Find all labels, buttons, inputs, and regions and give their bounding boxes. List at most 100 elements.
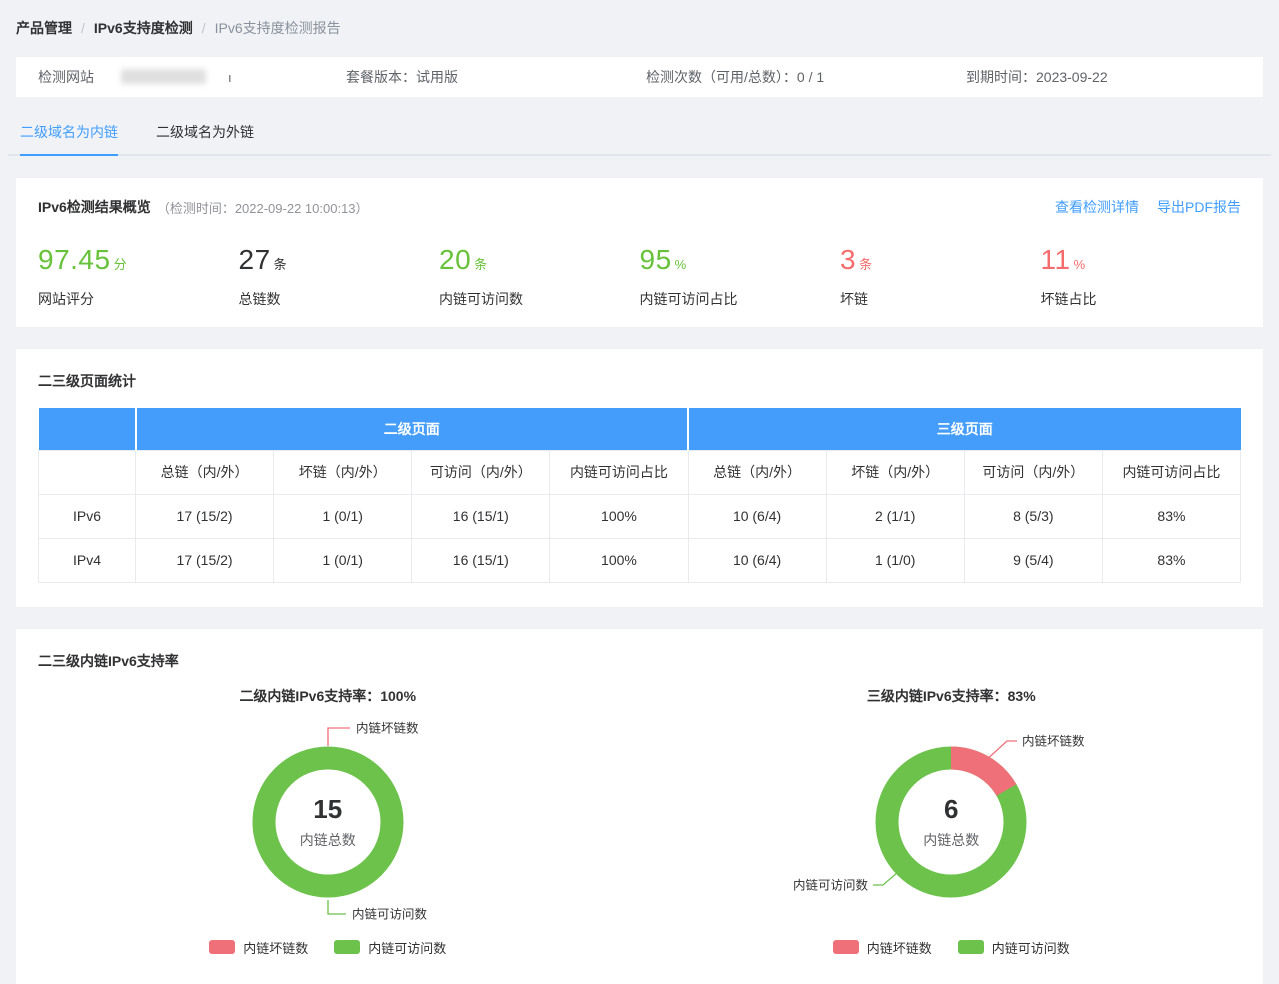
- legend-swatch-accessible: [957, 940, 984, 954]
- legend-swatch-broken: [832, 940, 859, 954]
- page-statistics-card: 二三级页面统计 二级页面 三级页面 总链（内/外） 坏链（内/外） 可访问（内/…: [16, 349, 1263, 607]
- stat-label: 内链可访问数: [439, 291, 523, 307]
- breadcrumb-item-ipv6-detection[interactable]: IPv6支持度检测: [94, 18, 193, 38]
- stat-label: 坏链: [840, 291, 868, 307]
- legend-item-broken[interactable]: 内链坏链数: [209, 938, 308, 957]
- cell: 83%: [1101, 537, 1242, 583]
- cell: 1 (0/1): [273, 537, 413, 583]
- cell: 17 (15/2): [134, 537, 275, 583]
- table-title: 二三级页面统计: [38, 373, 136, 389]
- cell: 9 (5/4): [963, 537, 1103, 583]
- table-row-ipv6: IPv6 17 (15/2) 1 (0/1) 16 (15/1) 100% 10…: [38, 493, 1242, 539]
- stat-unit: %: [1073, 257, 1086, 272]
- tab-subdomain-internal[interactable]: 二级域名为内链: [20, 113, 118, 156]
- detection-count: 检测次数（可用/总数）：0 / 1: [646, 69, 825, 85]
- legend-swatch-accessible: [334, 940, 361, 954]
- legend-label-accessible: 内链可访问数: [368, 940, 447, 956]
- donut-center-level3: 6 内链总数: [923, 794, 979, 850]
- export-pdf-link[interactable]: 导出PDF报告: [1157, 197, 1241, 217]
- row-name: IPv4: [38, 537, 136, 583]
- breadcrumb-separator: /: [81, 20, 85, 36]
- cell: 100%: [549, 493, 689, 539]
- plan-version: 套餐版本：试用版: [346, 69, 458, 85]
- stat-value: 3: [840, 244, 857, 275]
- stat-internal-accessible: 20 条 内链可访问数: [439, 244, 640, 309]
- legend-label-accessible: 内链可访问数: [991, 940, 1070, 956]
- stat-unit: 分: [113, 257, 128, 272]
- stat-value: 11: [1040, 244, 1071, 275]
- col-header-ratio-l2: 内链可访问占比: [549, 449, 689, 495]
- overview-stats: 97.45 分 网站评分 27 条 总链数 20 条 内链可访问数 95% 内链可访问…: [38, 244, 1241, 309]
- row-name-header: [38, 449, 136, 495]
- table-row-ipv4: IPv4 17 (15/2) 1 (0/1) 16 (15/1) 100% 10…: [38, 537, 1242, 583]
- callout-accessible-label: 内链可访问数: [352, 906, 428, 921]
- stat-unit: %: [674, 257, 687, 272]
- breadcrumb-item-product-management[interactable]: 产品管理: [16, 18, 72, 38]
- legend-label-broken: 内链坏链数: [866, 940, 932, 956]
- stat-label: 总链数: [238, 291, 281, 307]
- stat-label: 网站评分: [38, 291, 94, 307]
- stat-unit: 条: [273, 257, 288, 272]
- donut-total-label: 内链总数: [923, 831, 980, 848]
- stat-unit: 条: [474, 257, 488, 272]
- col-header-accessible-l3: 可访问（内/外）: [963, 449, 1103, 495]
- detection-time: （检测时间：2022-09-22 10:00:13）: [156, 200, 369, 216]
- col-header-accessible-l2: 可访问（内/外）: [411, 449, 551, 495]
- stat-internal-accessible-ratio: 95% 内链可访问占比: [640, 244, 841, 309]
- stat-label: 内链可访问占比: [639, 291, 738, 307]
- legend-label-broken: 内链坏链数: [243, 940, 309, 956]
- cell: 100%: [549, 537, 689, 583]
- stat-total-links: 27 条 总链数: [239, 244, 440, 309]
- cell: 10 (6/4): [687, 537, 827, 583]
- stat-value: 27: [238, 244, 271, 275]
- tab-subdomain-external[interactable]: 二级域名为外链: [156, 113, 254, 156]
- chart-level3-title: 三级内链IPv6支持率：83%: [866, 687, 1036, 704]
- callout-broken-label: 内链坏链数: [356, 720, 419, 735]
- callout-accessible-label: 内链可访问数: [793, 877, 869, 892]
- charts-section-title: 二三级内链IPv6支持率: [38, 652, 179, 669]
- stat-value: 20: [439, 244, 472, 275]
- col-header-ratio-l3: 内链可访问占比: [1101, 449, 1242, 495]
- chart-level2-title: 二级内链IPv6支持率：100%: [239, 687, 417, 704]
- page-statistics-table: 二级页面 三级页面 总链（内/外） 坏链（内/外） 可访问（内/外） 内链可访问…: [38, 408, 1242, 583]
- view-details-link[interactable]: 查看检测详情: [1055, 197, 1139, 217]
- breadcrumb: 产品管理 / IPv6支持度检测 / IPv6支持度检测报告: [0, 0, 1279, 51]
- donut-center-level2: 15 内链总数: [300, 794, 356, 850]
- col-header-broken-l2: 坏链（内/外）: [273, 449, 413, 495]
- breadcrumb-item-report: IPv6支持度检测报告: [214, 20, 341, 36]
- overview-card: IPv6检测结果概览 （检测时间：2022-09-22 10:00:13） 查看…: [16, 178, 1263, 327]
- stat-label: 坏链占比: [1040, 291, 1097, 307]
- cell: 2 (1/1): [825, 493, 965, 539]
- legend-level3: 内链坏链数 内链可访问数: [640, 938, 1264, 957]
- donut-total-label: 内链总数: [299, 831, 356, 848]
- cell: 10 (6/4): [687, 493, 827, 539]
- overview-title: IPv6检测结果概览: [38, 199, 151, 215]
- row-name: IPv6: [38, 493, 136, 539]
- corner-header-cell: [38, 408, 137, 450]
- site-value-fragment: ı: [228, 69, 232, 85]
- col-header-broken-l3: 坏链（内/外）: [825, 449, 965, 495]
- legend-item-accessible[interactable]: 内链可访问数: [957, 938, 1070, 957]
- cell: 1 (1/0): [825, 537, 965, 583]
- legend-item-broken[interactable]: 内链坏链数: [832, 938, 932, 957]
- group-header-level2: 二级页面: [135, 408, 689, 450]
- cell: 16 (15/1): [411, 537, 551, 583]
- chart-level3-internal: 三级内链IPv6支持率：83% 内链坏链数 内链可访问数 6 内链总数 内链坏链…: [640, 686, 1264, 957]
- site-label: 检测网站: [38, 69, 94, 85]
- chart-level2-internal: 二级内链IPv6支持率：100% 内链坏链数 内链可访问数 15 内链总数 内链…: [16, 686, 640, 957]
- breadcrumb-separator: /: [201, 20, 206, 36]
- cell: 16 (15/1): [411, 493, 551, 539]
- col-header-total-l3: 总链（内/外）: [687, 449, 827, 495]
- ipv6-support-rate-card: 二三级内链IPv6支持率 二级内链IPv6支持率：100% 内链坏链数 内链可访…: [16, 628, 1264, 984]
- expiry-date: 到期时间：2023-09-22: [966, 69, 1108, 85]
- legend-item-accessible[interactable]: 内链可访问数: [334, 938, 446, 957]
- site-value-redacted: [121, 69, 206, 84]
- legend-level2: 内链坏链数 内链可访问数: [16, 938, 640, 957]
- callout-broken-label: 内链坏链数: [1022, 733, 1085, 748]
- stat-value: 95: [639, 244, 672, 275]
- tab-bar: 二级域名为内链 二级域名为外链: [8, 113, 1271, 156]
- stat-unit: 条: [859, 257, 873, 272]
- info-bar: 检测网站 ı 套餐版本：试用版 检测次数（可用/总数）：0 / 1 到期时间：2…: [16, 57, 1263, 97]
- col-header-total-l2: 总链（内/外）: [134, 449, 275, 495]
- stat-website-score: 97.45 分 网站评分: [38, 244, 239, 309]
